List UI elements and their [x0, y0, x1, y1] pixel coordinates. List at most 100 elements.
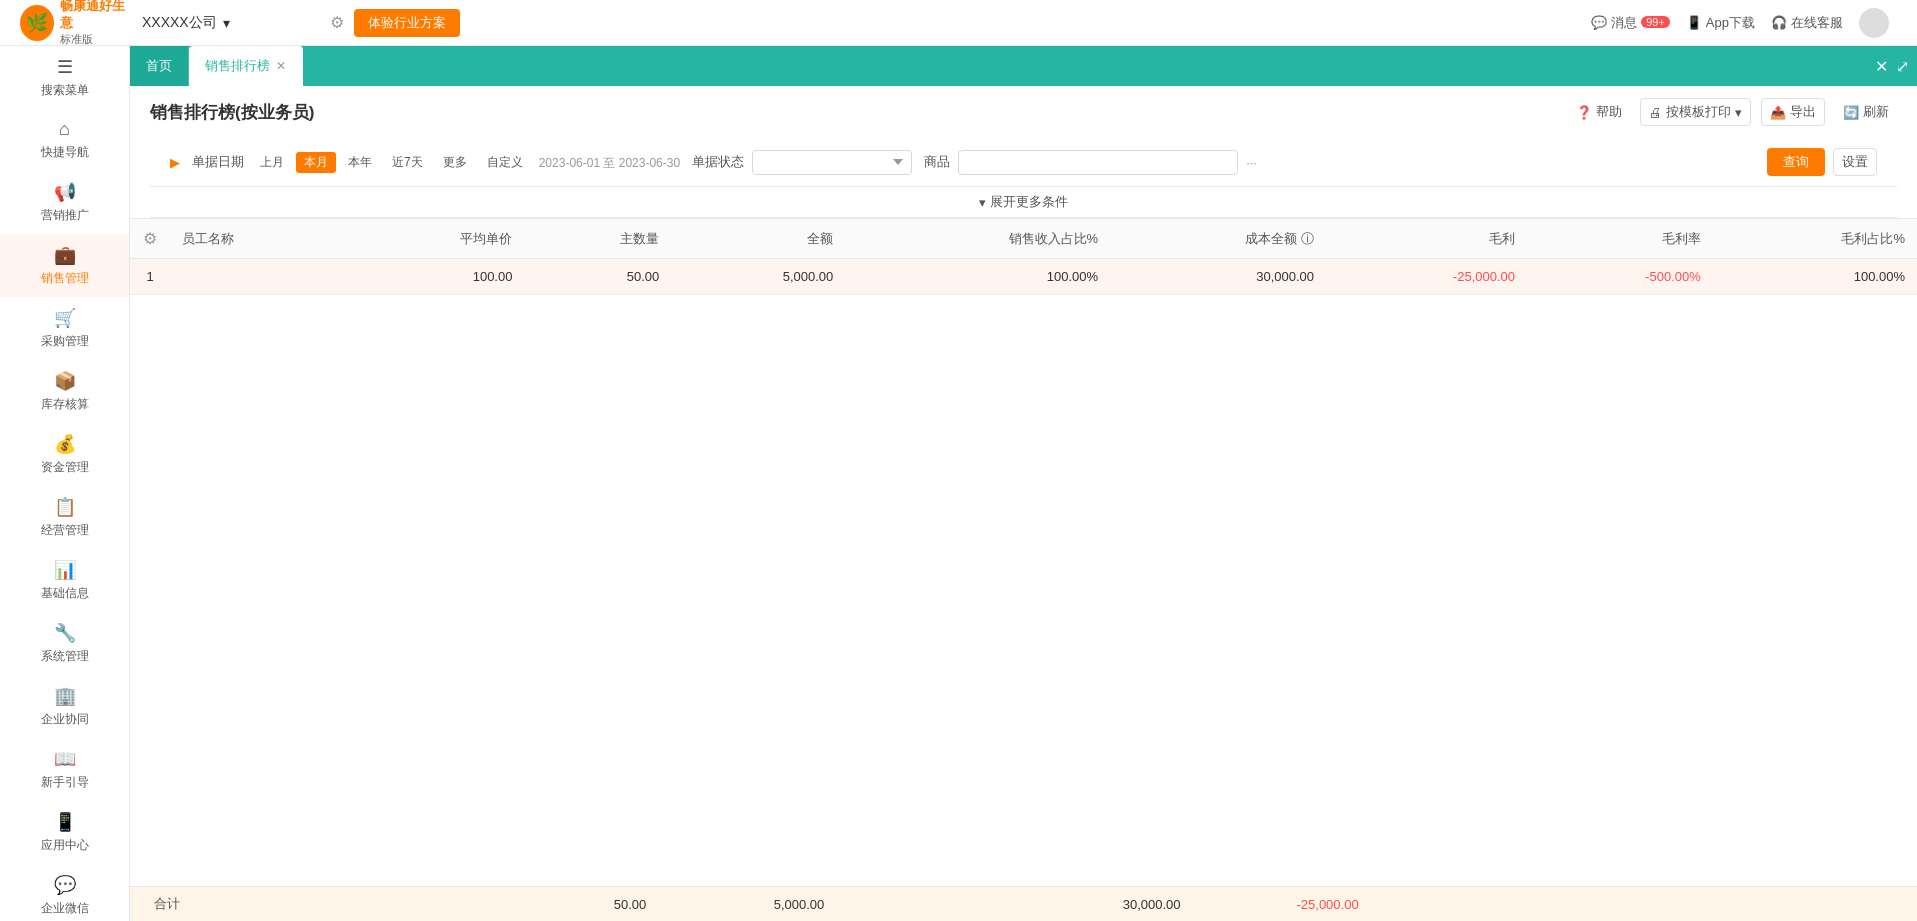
date-filter-group: 单据日期 上月 本月 本年 近7天 更多 自定义 2023-06-01 至 20…	[192, 152, 680, 173]
sidebar-item-app-center[interactable]: 📱 应用中心	[0, 801, 129, 864]
logo-area: 🌿 畅康通好生意 标准版	[12, 0, 142, 47]
expand-filters-bar: ▾ 展开更多条件	[150, 187, 1897, 218]
footer-gross-margin	[1371, 897, 1549, 912]
sidebar-item-system[interactable]: 🔧 系统管理	[0, 612, 129, 675]
query-button[interactable]: 查询	[1767, 148, 1825, 176]
export-button[interactable]: 📤 导出	[1761, 98, 1825, 126]
sidebar-item-label: 企业协同	[41, 711, 89, 728]
date-range-display: 2023-06-01 至 2023-06-30	[539, 155, 680, 172]
col-gross-profit: 毛利	[1326, 219, 1527, 259]
main-content: 首页 销售排行榜 ✕ ✕ ⤢ 销售排行榜(按业务员) ❓	[130, 46, 1917, 921]
filter-collapse-btn[interactable]: ▶	[170, 155, 180, 170]
sidebar-item-sales[interactable]: 💼 销售管理	[0, 234, 129, 297]
cell-index: 1	[130, 259, 170, 295]
cell-gross-profit: -25,000.00	[1326, 259, 1527, 295]
query-action-group: 查询 设置	[1767, 148, 1877, 176]
table-footer: 合计 50.00 5,000.00 30,000.00 -25,000.00	[130, 886, 1917, 921]
footer-gross-ratio	[1549, 897, 1727, 912]
sidebar-item-label: 营销推广	[41, 207, 89, 224]
search-icon: ☰	[57, 56, 73, 78]
goods-more-icon[interactable]: ···	[1246, 155, 1257, 170]
app-download-group[interactable]: 📱 App下载	[1686, 14, 1755, 32]
online-service-label: 在线客服	[1791, 14, 1843, 32]
date-tab-more[interactable]: 更多	[435, 152, 475, 173]
sidebar-item-guide[interactable]: 📖 新手引导	[0, 738, 129, 801]
footer-main-qty: 50.00	[480, 897, 658, 912]
settings-icon[interactable]: ⚙	[330, 13, 344, 32]
top-header: 🌿 畅康通好生意 标准版 XXXXX公司 ▾ ⚙ 体验行业方案 💬 消息 99+…	[0, 0, 1917, 46]
col-amount: 全额	[671, 219, 845, 259]
status-filter-select[interactable]	[752, 150, 912, 175]
messages-group[interactable]: 💬 消息 99+	[1591, 14, 1670, 32]
message-icon: 💬	[1591, 15, 1607, 30]
sidebar-item-label: 新手引导	[41, 774, 89, 791]
tab-bar-right: ✕ ⤢	[1875, 57, 1917, 76]
date-tab-prev-month[interactable]: 上月	[252, 152, 292, 173]
date-tab-custom[interactable]: 自定义	[479, 152, 531, 173]
tab-home[interactable]: 首页	[130, 46, 189, 86]
cell-gross-margin: -500.00%	[1527, 259, 1713, 295]
app-download-label: App下载	[1706, 14, 1755, 32]
cell-cost-amount: 30,000.00	[1110, 259, 1326, 295]
tab-close-icon[interactable]: ✕	[276, 59, 286, 73]
online-service-group[interactable]: 🎧 在线客服	[1771, 14, 1843, 32]
refresh-button[interactable]: 🔄 刷新	[1835, 99, 1897, 125]
cell-sales-ratio: 100.00%	[845, 259, 1110, 295]
col-gross-ratio: 毛利占比%	[1713, 219, 1917, 259]
cell-gross-ratio: 100.00%	[1713, 259, 1917, 295]
sidebar-item-label: 搜索菜单	[41, 82, 89, 99]
app-layout: ☰ 搜索菜单 ⌂ 快捷导航 📢 营销推广 💼 销售管理 🛒 采购管理 📦 库存核…	[0, 46, 1917, 921]
tab-home-label: 首页	[146, 57, 172, 75]
expand-window-icon[interactable]: ⤢	[1896, 57, 1909, 76]
sidebar-item-search-order[interactable]: ☰ 搜索菜单	[0, 46, 129, 109]
print-button[interactable]: 🖨 按模板打印 ▾	[1640, 98, 1751, 126]
home-icon: ⌂	[59, 119, 70, 140]
help-button[interactable]: ❓ 帮助	[1568, 99, 1630, 125]
page-header: 销售排行榜(按业务员) ❓ 帮助 🖨 按模板打印 ▾ 📤	[130, 86, 1917, 219]
expand-filters-button[interactable]: ▾ 展开更多条件	[979, 193, 1068, 211]
cell-amount: 5,000.00	[671, 259, 845, 295]
logo-text: 畅康通好生意 标准版	[60, 0, 134, 47]
guide-icon: 📖	[54, 748, 76, 770]
close-window-icon[interactable]: ✕	[1875, 57, 1888, 76]
sidebar-item-basic-info[interactable]: 📊 基础信息	[0, 549, 129, 612]
print-icon: 🖨	[1649, 105, 1662, 120]
date-tab-last-7-days[interactable]: 近7天	[384, 152, 431, 173]
sidebar-item-marketing[interactable]: 📢 营销推广	[0, 171, 129, 234]
col-settings[interactable]: ⚙	[130, 219, 170, 259]
company-selector[interactable]: XXXXX公司 ▾	[142, 14, 322, 32]
sidebar-item-quick-nav[interactable]: ⌂ 快捷导航	[0, 109, 129, 171]
sidebar-item-label: 经营管理	[41, 522, 89, 539]
date-filter-label: 单据日期	[192, 153, 244, 171]
date-tab-this-month[interactable]: 本月	[296, 152, 336, 173]
sidebar-item-purchase[interactable]: 🛒 采购管理	[0, 297, 129, 360]
goods-filter-input[interactable]	[958, 150, 1238, 175]
sidebar-item-operations[interactable]: 📋 经营管理	[0, 486, 129, 549]
sidebar-item-wechat[interactable]: 💬 企业微信	[0, 864, 129, 921]
basic-info-icon: 📊	[54, 559, 76, 581]
page-actions: ❓ 帮助 🖨 按模板打印 ▾ 📤 导出 🔄	[1568, 98, 1897, 126]
page-content: 销售排行榜(按业务员) ❓ 帮助 🖨 按模板打印 ▾ 📤	[130, 86, 1917, 921]
data-table: ⚙ 员工名称 平均单价 主数量 全额 销售收入占比% 成本全额 ⓘ 毛利 毛利率…	[130, 219, 1917, 295]
settings-sidebar-button[interactable]: 设置	[1833, 148, 1877, 176]
help-icon: ❓	[1576, 105, 1592, 120]
sidebar-item-finance[interactable]: 💰 资金管理	[0, 423, 129, 486]
trial-button[interactable]: 体验行业方案	[354, 9, 460, 37]
filter-bar: ▶ 单据日期 上月 本月 本年 近7天 更多 自定义	[150, 138, 1897, 187]
phone-icon: 📱	[1686, 15, 1702, 30]
tab-sales-ranking[interactable]: 销售排行榜 ✕	[189, 46, 303, 86]
gear-icon[interactable]: ⚙	[143, 230, 157, 247]
date-tab-this-year[interactable]: 本年	[340, 152, 380, 173]
expand-filters-label: 展开更多条件	[990, 193, 1068, 211]
table-wrapper: ⚙ 员工名称 平均单价 主数量 全额 销售收入占比% 成本全额 ⓘ 毛利 毛利率…	[130, 219, 1917, 886]
avatar[interactable]	[1859, 8, 1889, 38]
sidebar-item-enterprise[interactable]: 🏢 企业协同	[0, 675, 129, 738]
page-title: 销售排行榜(按业务员)	[150, 101, 314, 124]
headset-icon: 🎧	[1771, 15, 1787, 30]
messages-badge: 99+	[1641, 16, 1670, 28]
sidebar-item-inventory[interactable]: 📦 库存核算	[0, 360, 129, 423]
col-sales-ratio: 销售收入占比%	[845, 219, 1110, 259]
print-chevron-icon: ▾	[1735, 105, 1742, 120]
footer-amount: 5,000.00	[658, 897, 836, 912]
export-icon: 📤	[1770, 105, 1786, 120]
